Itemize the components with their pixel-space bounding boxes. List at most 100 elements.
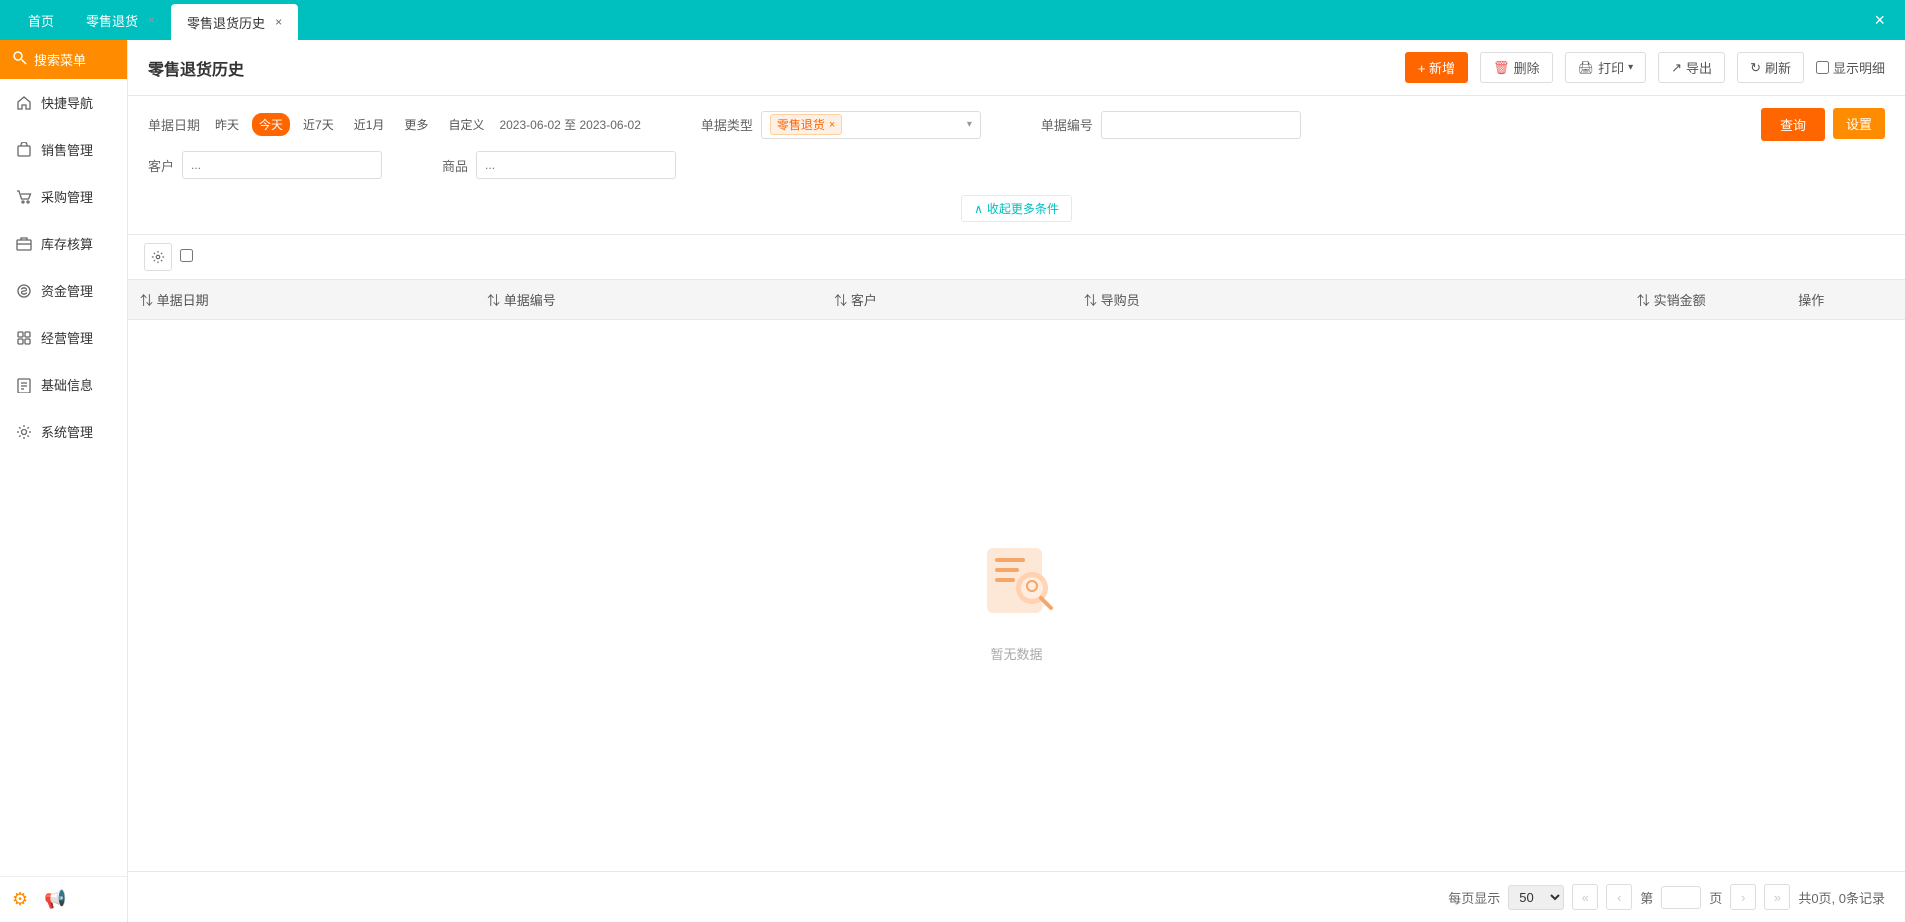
sidebar-item-info-label: 基础信息 bbox=[41, 375, 93, 394]
select-all-checkbox[interactable] bbox=[180, 249, 193, 262]
speaker-bottom-icon[interactable]: 📢 bbox=[44, 889, 66, 910]
tab-list: 首页 零售退货 × 零售退货历史 × bbox=[12, 0, 1866, 40]
table-toolbar bbox=[128, 235, 1905, 280]
col-guide[interactable]: ⇅ 导购员 bbox=[1072, 280, 1370, 320]
tab-close-retail-return[interactable]: × bbox=[148, 13, 155, 27]
date-btn-7days[interactable]: 近7天 bbox=[296, 113, 341, 136]
per-page-label: 每页显示 bbox=[1448, 888, 1500, 907]
goods-input[interactable] bbox=[476, 151, 676, 179]
page-title: 零售退货历史 bbox=[148, 56, 244, 80]
search-icon bbox=[12, 50, 28, 69]
sidebar-item-home-label: 快捷导航 bbox=[41, 93, 93, 112]
business-icon bbox=[15, 329, 33, 347]
bill-type-label: 单据类型 bbox=[701, 115, 753, 134]
show-detail-checkbox[interactable] bbox=[1816, 61, 1829, 74]
goods-filter-item: 商品 bbox=[442, 151, 676, 179]
sidebar-item-sales[interactable]: 销售管理 bbox=[0, 126, 127, 173]
first-page-button[interactable]: « bbox=[1572, 884, 1598, 910]
tab-retail-return[interactable]: 零售退货 × bbox=[70, 0, 171, 40]
export-button[interactable]: ↗ 导出 bbox=[1658, 52, 1725, 83]
print-icon: 🖨 bbox=[1578, 60, 1595, 76]
delete-button[interactable]: 🗑 删除 bbox=[1480, 52, 1553, 83]
sidebar-item-finance-label: 资金管理 bbox=[41, 281, 93, 300]
bill-type-select-arrow: ▾ bbox=[967, 119, 972, 130]
tab-retail-return-history[interactable]: 零售退货历史 × bbox=[171, 4, 298, 40]
show-detail-label: 显示明细 bbox=[1816, 58, 1885, 77]
total-pages-text: 共0页, 0条记录 bbox=[1798, 888, 1885, 907]
filter-area: 单据日期 昨天 今天 近7天 近1月 更多 自定义 2023-06-02 至 2… bbox=[128, 96, 1905, 235]
sidebar-item-home[interactable]: 快捷导航 bbox=[0, 79, 127, 126]
header-actions: + 新增 🗑 删除 🖨 打印 ▾ ↗ 导出 ↻ 刷新 bbox=[1405, 52, 1885, 83]
date-filter-label: 单据日期 bbox=[148, 115, 200, 134]
bill-no-input[interactable] bbox=[1101, 111, 1301, 139]
sidebar-search-label: 搜索菜单 bbox=[34, 50, 86, 69]
print-button[interactable]: 🖨 打印 ▾ bbox=[1565, 52, 1647, 83]
date-btn-today[interactable]: 今天 bbox=[252, 113, 290, 136]
new-button[interactable]: + 新增 bbox=[1405, 52, 1468, 83]
page-number-input[interactable]: 1 bbox=[1661, 886, 1701, 909]
content-area: 零售退货历史 + 新增 🗑 删除 🖨 打印 ▾ ↗ 导出 bbox=[128, 40, 1905, 922]
bill-type-tag: 零售退货 × bbox=[770, 114, 842, 135]
per-page-select[interactable]: 10 20 50 100 bbox=[1508, 885, 1564, 910]
collapse-button[interactable]: ∧ 收起更多条件 bbox=[961, 195, 1072, 222]
system-icon bbox=[15, 423, 33, 441]
date-btn-1month[interactable]: 近1月 bbox=[347, 113, 392, 136]
sidebar-item-system[interactable]: 系统管理 bbox=[0, 408, 127, 455]
sidebar-item-business-label: 经营管理 bbox=[41, 328, 93, 347]
sidebar-item-info[interactable]: 基础信息 bbox=[0, 361, 127, 408]
tab-close-retail-return-history[interactable]: × bbox=[275, 15, 282, 29]
pagination: 每页显示 10 20 50 100 « ‹ 第 1 页 › » 共0页, 0条记… bbox=[128, 871, 1905, 922]
sidebar-item-purchase[interactable]: 采购管理 bbox=[0, 173, 127, 220]
top-bar-right: × bbox=[1866, 6, 1893, 35]
sidebar-item-purchase-label: 采购管理 bbox=[41, 187, 93, 206]
finance-icon bbox=[15, 282, 33, 300]
date-btn-more[interactable]: 更多 bbox=[397, 113, 435, 136]
data-table: ⇅ 单据日期 ⇅ 单据编号 ⇅ 客户 ⇅ 导购员 bbox=[128, 280, 1905, 320]
settings-bottom-icon[interactable]: ⚙ bbox=[12, 889, 28, 910]
tab-home[interactable]: 首页 bbox=[12, 0, 70, 40]
sidebar-item-system-label: 系统管理 bbox=[41, 422, 93, 441]
query-button[interactable]: 查询 bbox=[1761, 108, 1825, 141]
customer-label: 客户 bbox=[148, 156, 174, 175]
inventory-icon bbox=[15, 235, 33, 253]
customer-input[interactable] bbox=[182, 151, 382, 179]
col-bill-no[interactable]: ⇅ 单据编号 bbox=[475, 280, 822, 320]
date-filter-item: 单据日期 昨天 今天 近7天 近1月 更多 自定义 2023-06-02 至 2… bbox=[148, 113, 641, 136]
goods-label: 商品 bbox=[442, 156, 468, 175]
col-customer[interactable]: ⇅ 客户 bbox=[822, 280, 1072, 320]
next-page-button[interactable]: › bbox=[1730, 884, 1756, 910]
date-btn-yesterday[interactable]: 昨天 bbox=[208, 113, 246, 136]
customer-filter-item: 客户 bbox=[148, 151, 382, 179]
refresh-button[interactable]: ↻ 刷新 bbox=[1737, 52, 1804, 83]
main-layout: 搜索菜单 快捷导航 销售管理 采购管理 库存核算 bbox=[0, 40, 1905, 922]
sidebar-item-finance[interactable]: 资金管理 bbox=[0, 267, 127, 314]
home-icon bbox=[15, 94, 33, 112]
delete-icon: 🗑 bbox=[1493, 60, 1510, 76]
last-page-button[interactable]: » bbox=[1764, 884, 1790, 910]
setting-button[interactable]: 设置 bbox=[1833, 108, 1885, 139]
purchase-icon bbox=[15, 188, 33, 206]
sidebar-item-sales-label: 销售管理 bbox=[41, 140, 93, 159]
date-btn-custom[interactable]: 自定义 bbox=[441, 113, 491, 136]
window-close-button[interactable]: × bbox=[1866, 6, 1893, 35]
sidebar-search[interactable]: 搜索菜单 bbox=[0, 40, 127, 79]
export-icon: ↗ bbox=[1671, 60, 1682, 76]
prev-page-button[interactable]: ‹ bbox=[1606, 884, 1632, 910]
bill-type-tag-close[interactable]: × bbox=[829, 119, 835, 131]
info-icon bbox=[15, 376, 33, 394]
bill-type-select[interactable]: 零售退货 × ▾ bbox=[761, 111, 981, 139]
sidebar-item-inventory[interactable]: 库存核算 bbox=[0, 220, 127, 267]
col-amount[interactable]: ⇅ 实销金额 bbox=[1370, 280, 1717, 320]
sidebar-item-inventory-label: 库存核算 bbox=[41, 234, 93, 253]
bill-no-filter-item: 单据编号 bbox=[1041, 111, 1301, 139]
table-area: ⇅ 单据日期 ⇅ 单据编号 ⇅ 客户 ⇅ 导购员 bbox=[128, 235, 1905, 871]
table-settings-icon-button[interactable] bbox=[144, 243, 172, 271]
bill-type-filter-item: 单据类型 零售退货 × ▾ bbox=[701, 111, 981, 139]
top-bar: 首页 零售退货 × 零售退货历史 × × bbox=[0, 0, 1905, 40]
table-header-row: ⇅ 单据日期 ⇅ 单据编号 ⇅ 客户 ⇅ 导购员 bbox=[128, 280, 1905, 320]
empty-text: 暂无数据 bbox=[990, 644, 1042, 663]
sidebar-item-business[interactable]: 经营管理 bbox=[0, 314, 127, 361]
col-bill-date[interactable]: ⇅ 单据日期 bbox=[128, 280, 475, 320]
col-action: 操作 bbox=[1718, 280, 1905, 320]
bill-no-label: 单据编号 bbox=[1041, 115, 1093, 134]
